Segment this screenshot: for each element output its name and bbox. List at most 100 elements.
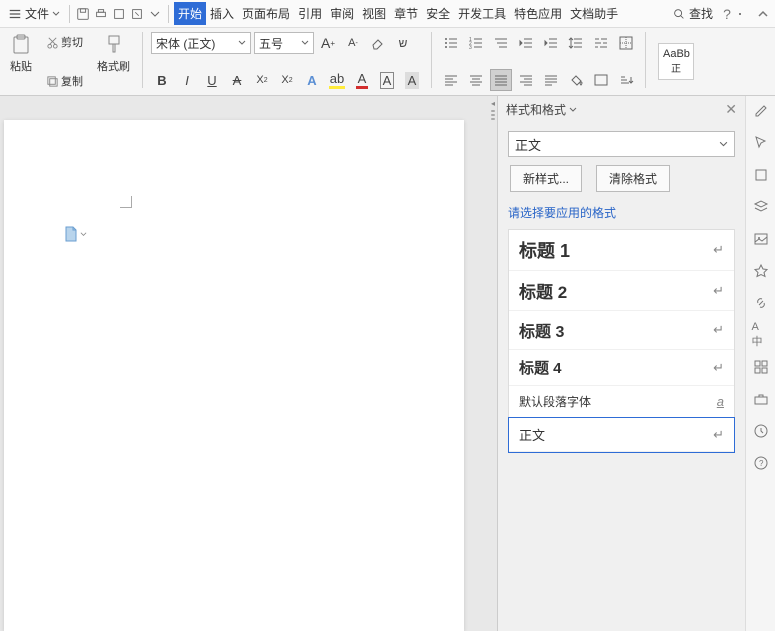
subscript-button[interactable]: X2 <box>276 69 298 91</box>
style-item-4[interactable]: 默认段落字体a <box>509 386 734 418</box>
bold-button[interactable]: B <box>151 69 173 91</box>
chevron-down-icon <box>569 106 577 114</box>
rail-history-icon[interactable] <box>752 422 770 440</box>
borders-button[interactable] <box>615 32 637 54</box>
linespacing-icon <box>568 35 584 51</box>
qa-more-icon[interactable] <box>147 6 163 22</box>
current-style-select[interactable]: 正文 <box>508 131 735 157</box>
tabs-button[interactable] <box>590 32 612 54</box>
styles-gallery[interactable]: AaBb正 <box>654 32 698 91</box>
numbering-button[interactable]: 123 <box>465 32 487 54</box>
font-color-button[interactable]: A <box>351 69 373 91</box>
text-effects-button[interactable]: A <box>301 69 323 91</box>
align-distribute-button[interactable] <box>540 69 562 91</box>
panel-close-button[interactable]: ✕ <box>725 101 737 118</box>
style-item-5[interactable]: 正文↵ <box>509 418 734 452</box>
qa-preview-icon[interactable] <box>111 6 127 22</box>
multilevel-button[interactable] <box>490 32 512 54</box>
paste-button[interactable]: 粘贴 <box>6 32 36 76</box>
search-button[interactable]: 查找 <box>668 5 717 22</box>
hamburger-menu[interactable]: 文件 <box>4 3 64 24</box>
rail-edit-icon[interactable] <box>752 102 770 120</box>
tab-2[interactable]: 页面布局 <box>238 2 294 25</box>
sort-button[interactable] <box>615 69 637 91</box>
qa-undo-icon[interactable] <box>129 6 145 22</box>
border-icon <box>618 35 634 51</box>
rail-image-icon[interactable] <box>752 230 770 248</box>
tab-8[interactable]: 开发工具 <box>454 2 510 25</box>
new-style-button[interactable]: 新样式... <box>510 165 582 192</box>
shading-button[interactable] <box>565 69 587 91</box>
style-item-1[interactable]: 标题 2↵ <box>509 271 734 311</box>
tab-1[interactable]: 插入 <box>206 2 238 25</box>
rail-star-icon[interactable] <box>752 262 770 280</box>
align-justify-button[interactable] <box>490 69 512 91</box>
chevron-down-icon <box>52 10 60 18</box>
help-button[interactable]: ? <box>719 6 735 22</box>
tab-0[interactable]: 开始 <box>174 2 206 25</box>
para-border-icon <box>593 72 609 88</box>
increase-font-button[interactable]: A+ <box>317 32 339 54</box>
qa-print-icon[interactable] <box>93 6 109 22</box>
tab-4[interactable]: 审阅 <box>326 2 358 25</box>
rail-grid-icon[interactable] <box>752 358 770 376</box>
increase-indent-button[interactable] <box>540 32 562 54</box>
hamburger-icon <box>8 7 22 21</box>
document-page[interactable] <box>4 120 464 631</box>
tab-3[interactable]: 引用 <box>294 2 326 25</box>
paragraph-border-button[interactable] <box>590 69 612 91</box>
rail-translate-icon[interactable]: A中 <box>752 326 770 344</box>
char-shading-button[interactable]: A <box>401 69 423 91</box>
rail-shape-icon[interactable] <box>752 166 770 184</box>
strikethrough-button[interactable]: A <box>226 69 248 91</box>
align-left-button[interactable] <box>440 69 462 91</box>
bullets-button[interactable] <box>440 32 462 54</box>
font-name-select[interactable]: 宋体 (正文) <box>151 32 251 54</box>
style-item-0[interactable]: 标题 1↵ <box>509 230 734 271</box>
clear-format-button[interactable] <box>367 32 389 54</box>
collapse-ribbon[interactable] <box>755 6 771 22</box>
format-brush-button[interactable]: 格式刷 <box>93 32 134 76</box>
style-item-2[interactable]: 标题 3↵ <box>509 311 734 350</box>
align-left-icon <box>443 72 459 88</box>
indent-icon <box>543 35 559 51</box>
rail-select-icon[interactable] <box>752 134 770 152</box>
highlight-button[interactable]: ab <box>326 69 348 91</box>
align-justify-icon <box>493 72 509 88</box>
doc-outline-icon[interactable] <box>64 226 87 242</box>
align-center-button[interactable] <box>465 69 487 91</box>
line-spacing-button[interactable] <box>565 32 587 54</box>
more-menu[interactable] <box>737 6 753 22</box>
rail-link-icon[interactable] <box>752 294 770 312</box>
panel-title: 样式和格式 <box>506 101 566 118</box>
change-case-button[interactable]: ש <box>392 32 414 54</box>
copy-button[interactable]: 复制 <box>42 71 87 91</box>
tab-6[interactable]: 章节 <box>390 2 422 25</box>
italic-button[interactable]: I <box>176 69 198 91</box>
superscript-button[interactable]: X2 <box>251 69 273 91</box>
tab-7[interactable]: 安全 <box>422 2 454 25</box>
font-size-select[interactable]: 五号 <box>254 32 314 54</box>
paste-icon <box>11 34 31 56</box>
rail-layers-icon[interactable] <box>752 198 770 216</box>
decrease-indent-button[interactable] <box>515 32 537 54</box>
char-border-button[interactable]: A <box>376 69 398 91</box>
panel-resize-grip[interactable]: ◂ <box>489 96 497 631</box>
cut-button[interactable]: 剪切 <box>42 32 87 52</box>
align-right-button[interactable] <box>515 69 537 91</box>
tab-10[interactable]: 文档助手 <box>566 2 622 25</box>
document-area <box>0 96 489 631</box>
decrease-font-button[interactable]: A- <box>342 32 364 54</box>
clear-format-button[interactable]: 清除格式 <box>596 165 670 192</box>
tab-9[interactable]: 特色应用 <box>510 2 566 25</box>
eraser-icon <box>370 35 386 51</box>
style-item-3[interactable]: 标题 4↵ <box>509 350 734 386</box>
tab-5[interactable]: 视图 <box>358 2 390 25</box>
rail-help-icon[interactable]: ? <box>752 454 770 472</box>
menubar: 文件 开始插入页面布局引用审阅视图章节安全开发工具特色应用文档助手 查找 ? <box>0 0 775 28</box>
rail-toolbox-icon[interactable] <box>752 390 770 408</box>
qa-save-icon[interactable] <box>75 6 91 22</box>
right-rail: A中 ? <box>745 96 775 631</box>
underline-button[interactable]: U <box>201 69 223 91</box>
brush-icon <box>104 34 124 56</box>
